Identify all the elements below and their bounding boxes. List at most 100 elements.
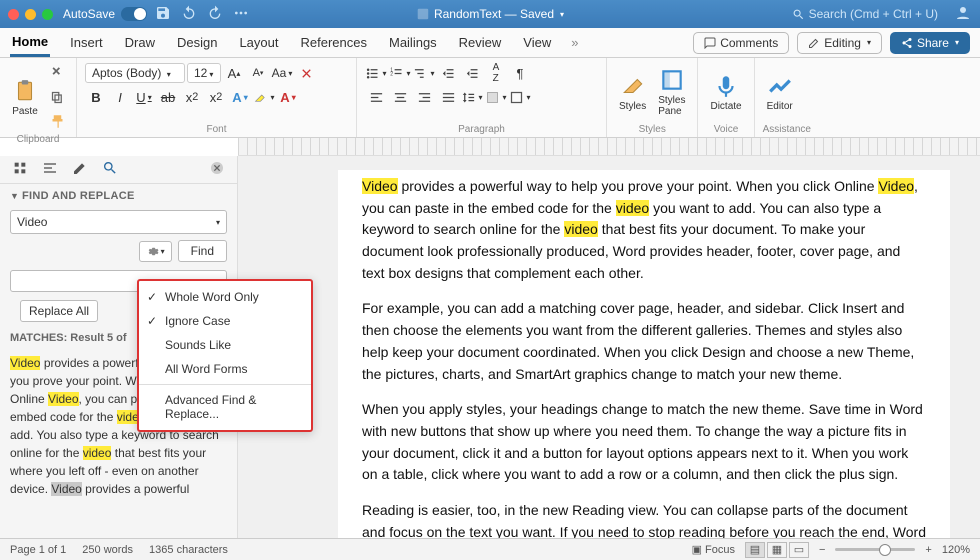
undo-icon[interactable] [181, 5, 197, 24]
tab-insert[interactable]: Insert [68, 30, 105, 55]
superscript-icon[interactable]: x2 [205, 86, 227, 108]
para-4[interactable]: Reading is easier, too, in the new Readi… [362, 500, 926, 538]
para-2[interactable]: For example, you can add a matching cove… [362, 298, 926, 385]
align-center-icon[interactable] [389, 86, 411, 108]
ribbon-tabs: Home Insert Draw Design Layout Reference… [0, 28, 980, 58]
toggle-switch[interactable] [121, 7, 147, 21]
align-right-icon[interactable] [413, 86, 435, 108]
styles-button[interactable]: Styles [615, 73, 650, 112]
multilevel-icon[interactable]: ▾ [413, 62, 435, 84]
headings-icon[interactable] [42, 160, 58, 179]
outdent-icon[interactable] [437, 62, 459, 84]
zoom-percent[interactable]: 120% [942, 544, 970, 556]
font-size-select[interactable]: 12▾ [187, 63, 221, 83]
thumbnails-icon[interactable] [12, 160, 28, 179]
read-mode-icon[interactable]: ▭ [789, 542, 809, 558]
dictate-button[interactable]: Dictate [706, 73, 745, 112]
sort-icon[interactable]: AZ [485, 62, 507, 84]
zoom-in-icon[interactable]: + [925, 544, 931, 556]
grow-font-icon[interactable]: A▴ [223, 62, 245, 84]
highlight-icon[interactable]: ▾ [253, 86, 275, 108]
text-effects-icon[interactable]: A▾ [229, 86, 251, 108]
tabs-overflow-icon[interactable]: » [571, 35, 578, 50]
close-pane-icon[interactable] [209, 160, 225, 179]
paste-button[interactable]: Paste [8, 78, 42, 117]
bold-icon[interactable]: B [85, 86, 107, 108]
dd-ignore-case[interactable]: Ignore Case [139, 309, 311, 333]
overflow-icon[interactable] [233, 5, 249, 24]
replace-all-button[interactable]: Replace All [20, 300, 98, 322]
dd-whole-word[interactable]: Whole Word Only [139, 285, 311, 309]
font-name-select[interactable]: Aptos (Body) ▾ [85, 63, 185, 83]
bullets-icon[interactable]: ▾ [365, 62, 387, 84]
tab-home[interactable]: Home [10, 29, 50, 57]
tab-review[interactable]: Review [457, 30, 504, 55]
close-window[interactable] [8, 9, 19, 20]
subscript-icon[interactable]: x2 [181, 86, 203, 108]
maximize-window[interactable] [42, 9, 53, 20]
share-profile-icon[interactable] [954, 4, 972, 25]
ruler[interactable] [238, 138, 980, 156]
window-controls [8, 9, 53, 20]
tab-layout[interactable]: Layout [237, 30, 280, 55]
tab-design[interactable]: Design [175, 30, 219, 55]
borders-icon[interactable]: ▾ [509, 86, 531, 108]
redo-icon[interactable] [207, 5, 223, 24]
web-layout-icon[interactable]: ▦ [767, 542, 787, 558]
clear-format-icon[interactable] [295, 62, 317, 84]
tab-mailings[interactable]: Mailings [387, 30, 439, 55]
underline-icon[interactable]: U▾ [133, 86, 155, 108]
print-layout-icon[interactable]: ▤ [745, 542, 765, 558]
page-indicator[interactable]: Page 1 of 1 [10, 544, 66, 556]
dd-sounds-like[interactable]: Sounds Like [139, 333, 311, 357]
pilcrow-icon[interactable]: ¶ [509, 62, 531, 84]
styles-pane-label: Styles Pane [658, 95, 685, 117]
word-count[interactable]: 250 words [82, 544, 133, 556]
find-input[interactable]: Video ▾ [10, 210, 227, 234]
copy-icon[interactable] [46, 86, 68, 108]
dd-all-word-forms[interactable]: All Word Forms [139, 357, 311, 381]
cut-icon[interactable] [46, 62, 68, 84]
comments-button[interactable]: Comments [693, 32, 789, 54]
search-field[interactable]: Search (Cmd + Ctrl + U) [792, 7, 938, 21]
strike-icon[interactable]: ab [157, 86, 179, 108]
numbering-icon[interactable]: 12▾ [389, 62, 411, 84]
review-pane-icon[interactable] [72, 160, 88, 179]
italic-icon[interactable]: I [109, 86, 131, 108]
find-button[interactable]: Find [178, 240, 227, 262]
justify-icon[interactable] [437, 86, 459, 108]
line-spacing-icon[interactable]: ▾ [461, 86, 483, 108]
shading-icon[interactable]: ▾ [485, 86, 507, 108]
document-area[interactable]: Video provides a powerful way to help yo… [238, 156, 980, 538]
align-left-icon[interactable] [365, 86, 387, 108]
para-1[interactable]: Video provides a powerful way to help yo… [362, 176, 926, 284]
zoom-out-icon[interactable]: − [819, 544, 825, 556]
tab-draw[interactable]: Draw [123, 30, 157, 55]
shrink-font-icon[interactable]: A▾ [247, 62, 269, 84]
save-icon[interactable] [155, 5, 171, 24]
autosave-toggle[interactable]: AutoSave [63, 7, 147, 21]
indent-icon[interactable] [461, 62, 483, 84]
styles-pane-button[interactable]: Styles Pane [654, 67, 689, 117]
para-3[interactable]: When you apply styles, your headings cha… [362, 399, 926, 486]
tab-references[interactable]: References [299, 30, 369, 55]
dd-advanced-find[interactable]: Advanced Find & Replace... [139, 388, 311, 426]
document-body[interactable]: Video provides a powerful way to help yo… [338, 170, 950, 538]
document-title[interactable]: RandomText — Saved ▾ [416, 7, 564, 21]
format-painter-icon[interactable] [46, 110, 68, 132]
zoom-slider[interactable] [835, 548, 915, 551]
minimize-window[interactable] [25, 9, 36, 20]
find-icon[interactable] [102, 160, 118, 179]
find-options-gear[interactable]: ▾ [139, 241, 172, 262]
tab-view[interactable]: View [521, 30, 553, 55]
share-button[interactable]: Share▾ [890, 32, 970, 54]
font-color-icon[interactable]: A▾ [277, 86, 299, 108]
editor-label: Editor [767, 101, 793, 112]
editor-button[interactable]: Editor [763, 73, 797, 112]
editing-mode-button[interactable]: Editing▾ [797, 32, 882, 54]
focus-mode[interactable]: ▣ Focus [692, 543, 735, 556]
group-font: Aptos (Body) ▾ 12▾ A▴ A▾ Aa▾ B I U▾ ab x… [77, 58, 357, 137]
find-replace-heading[interactable]: FIND AND REPLACE [0, 184, 237, 208]
change-case-icon[interactable]: Aa▾ [271, 62, 293, 84]
char-count[interactable]: 1365 characters [149, 544, 228, 556]
